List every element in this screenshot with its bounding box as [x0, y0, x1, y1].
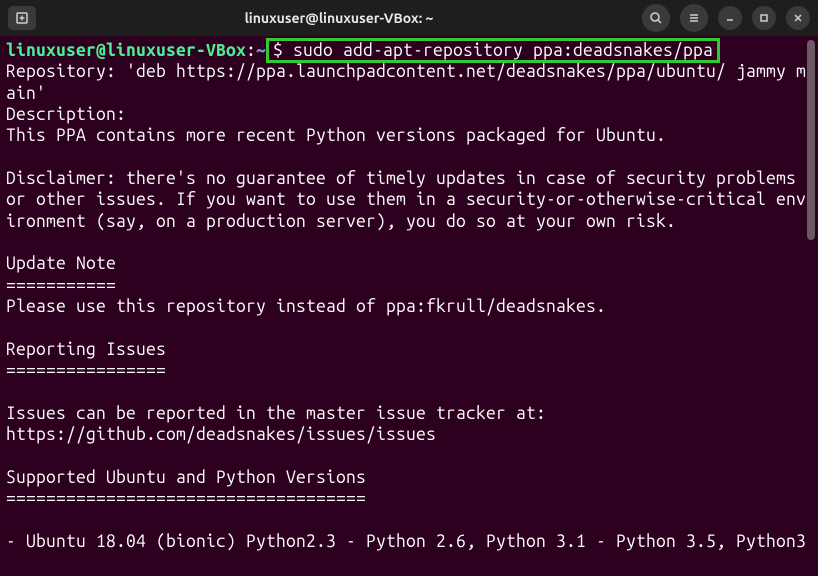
output-line: This PPA contains more recent Python ver… — [6, 126, 666, 145]
output-line: Issues can be reported in the master iss… — [6, 404, 546, 423]
titlebar-left-controls — [8, 6, 36, 30]
new-tab-icon — [15, 11, 29, 25]
maximize-icon — [758, 12, 770, 24]
titlebar: linuxuser@linuxuser-VBox: ~ — [0, 0, 818, 36]
close-icon — [792, 12, 804, 24]
output-line: Supported Ubuntu and Python Versions — [6, 468, 366, 487]
scrollbar[interactable] — [807, 40, 815, 240]
output-line: ================ — [6, 361, 166, 380]
output-line: Please use this repository instead of pp… — [6, 297, 606, 316]
output-line: Repository: 'deb https://ppa.launchpadco… — [6, 62, 806, 102]
output-line: =========== — [6, 276, 116, 295]
search-button[interactable] — [642, 4, 670, 32]
prompt-at: @ — [96, 41, 106, 60]
output-line: - Ubuntu 18.04 (bionic) Python2.3 - Pyth… — [6, 532, 806, 551]
prompt-user: linuxuser — [6, 41, 96, 60]
new-tab-button[interactable] — [8, 6, 36, 30]
menu-button[interactable] — [680, 4, 708, 32]
titlebar-right-controls — [642, 4, 810, 32]
terminal-content[interactable]: linuxuser@linuxuser-VBox:~$ sudo add-apt… — [0, 36, 818, 556]
search-icon — [649, 11, 663, 25]
output-line: Update Note — [6, 254, 116, 273]
prompt-colon: : — [246, 41, 256, 60]
output-line: https://github.com/deadsnakes/issues/iss… — [6, 425, 436, 444]
hamburger-icon — [687, 11, 701, 25]
output-line: Disclaimer: there's no guarantee of time… — [6, 169, 806, 231]
highlighted-command: $ sudo add-apt-repository ppa:deadsnakes… — [266, 38, 720, 63]
maximize-button[interactable] — [752, 6, 776, 30]
minimize-button[interactable] — [718, 6, 742, 30]
prompt-host: linuxuser-VBox — [106, 41, 246, 60]
output-line: Reporting Issues — [6, 340, 166, 359]
prompt-path: ~ — [256, 41, 266, 60]
close-button[interactable] — [786, 6, 810, 30]
output-line: ==================================== — [6, 489, 366, 508]
minimize-icon — [724, 12, 736, 24]
window-title: linuxuser@linuxuser-VBox: ~ — [44, 10, 634, 26]
output-line: Description: — [6, 105, 126, 124]
